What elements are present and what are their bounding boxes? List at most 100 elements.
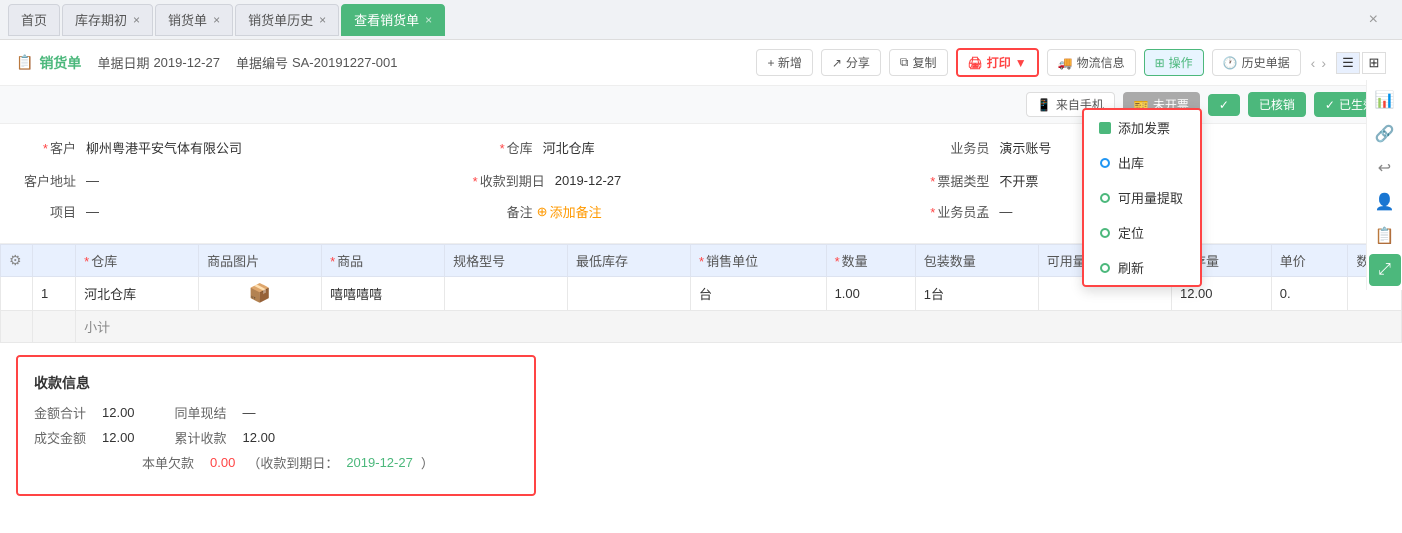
subtotal-settings: [1, 311, 33, 343]
payment-row-2: 成交金额 12.00 累计收款 12.00: [34, 428, 518, 447]
plus-icon: ⊕: [537, 204, 548, 220]
gear-icon[interactable]: ⚙: [9, 252, 22, 268]
doc-title-text: 销货单: [39, 53, 81, 73]
window-close-button[interactable]: ×: [1369, 11, 1378, 29]
sidebar-doc-icon[interactable]: 📋: [1369, 220, 1401, 252]
view-toggle: ☰ ⊞: [1336, 52, 1386, 74]
copy-button[interactable]: ⧉ 复制: [889, 49, 948, 76]
add-note-button[interactable]: ⊕ 添加备注: [537, 202, 602, 221]
dropdown-outbound-label: 出库: [1118, 153, 1144, 172]
payment-row-1: 金额合计 12.00 同单现结 —: [34, 403, 518, 422]
due-date-field: 收款到期日 2019-12-27: [473, 171, 930, 190]
sidebar-expand-icon[interactable]: ⤢: [1369, 254, 1401, 286]
print-button[interactable]: 🖨 打印 ▼: [956, 48, 1039, 77]
dropdown-locate[interactable]: 定位: [1084, 215, 1200, 250]
product-image-icon: 📦: [249, 283, 271, 303]
dropdown-available-qty[interactable]: 可用量提取: [1084, 180, 1200, 215]
new-button[interactable]: + 新增: [756, 49, 812, 76]
effective-icon: ✓: [1325, 98, 1335, 112]
copy-icon: ⧉: [900, 55, 909, 70]
tab-inventory[interactable]: 库存期初 ×: [62, 4, 153, 36]
col-unit: 销售单位: [691, 245, 827, 277]
tab-home[interactable]: 首页: [8, 4, 60, 36]
dropdown-refresh-label: 刷新: [1118, 258, 1144, 277]
next-arrow[interactable]: ›: [1319, 55, 1328, 71]
amount-total-label: 金额合计: [34, 403, 94, 422]
tab-sales-history-label: 销货单历史: [248, 10, 313, 29]
owed-field: 本单欠款 0.00 （收款到期日： 2019-12-27 ）: [142, 453, 434, 472]
row-unit: 台: [691, 277, 827, 311]
row-product-img: 📦: [199, 277, 322, 311]
row-pack-qty: 1台: [915, 277, 1038, 311]
circle-blue-icon: [1100, 158, 1110, 168]
circle-icon: [1100, 193, 1110, 203]
tab-inventory-label: 库存期初: [75, 10, 127, 29]
tab-view-sales-close[interactable]: ×: [425, 13, 432, 27]
share-button[interactable]: ↗ 分享: [821, 49, 881, 76]
subtotal-row: 小计: [1, 311, 1402, 343]
tab-sales[interactable]: 销货单 ×: [155, 4, 233, 36]
col-spec: 规格型号: [445, 245, 568, 277]
note-field: 备注 ⊕ 添加备注: [473, 202, 930, 221]
phone-icon: 📱: [1037, 98, 1052, 112]
warehouse-label: 仓库: [473, 138, 533, 157]
circle-icon2: [1100, 228, 1110, 238]
doc-actions: + 新增 ↗ 分享 ⧉ 复制 🖨 打印 ▼ 🚚 物流信息 ⊞ 操作: [756, 48, 1386, 77]
operate-icon: ⊞: [1155, 56, 1165, 70]
sidebar-user-icon[interactable]: 👤: [1369, 186, 1401, 218]
customer-label: 客户: [16, 138, 76, 157]
staff-label: 业务员: [929, 138, 989, 157]
square-icon: [1099, 122, 1111, 134]
owed-note: （收款到期日：: [247, 453, 338, 472]
tab-view-sales-label: 查看销货单: [354, 10, 419, 29]
grid-view-btn[interactable]: ⊞: [1362, 52, 1386, 74]
tab-view-sales[interactable]: 查看销货单 ×: [341, 4, 445, 36]
dropdown-add-invoice[interactable]: 添加发票: [1084, 110, 1200, 145]
sidebar-link-icon[interactable]: 🔗: [1369, 118, 1401, 150]
list-view-btn[interactable]: ☰: [1336, 52, 1360, 74]
col-qty: 数量: [826, 245, 915, 277]
share-icon: ↗: [832, 56, 842, 70]
amount-total-value: 12.00: [102, 405, 135, 420]
tab-bar: 首页 库存期初 × 销货单 × 销货单历史 × 查看销货单 × ×: [0, 0, 1402, 40]
same-order-settle-label: 同单现结: [175, 403, 235, 422]
row-spec: [445, 277, 568, 311]
refresh-icon: [1098, 261, 1112, 275]
doc-date-field: 单据日期 2019-12-27: [97, 53, 220, 72]
staff-value: 演示账号: [993, 136, 1057, 159]
address-field: 客户地址 —: [16, 171, 473, 190]
owed-label: 本单欠款: [142, 453, 202, 472]
check-button[interactable]: ✓: [1208, 94, 1240, 116]
prev-arrow[interactable]: ‹: [1309, 55, 1318, 71]
subtotal-empty: [33, 311, 76, 343]
customer-value[interactable]: 柳州粤港平安气体有限公司: [80, 136, 248, 159]
col-warehouse: 仓库: [76, 245, 199, 277]
history-button[interactable]: 🕐 历史单据: [1212, 49, 1301, 76]
col-settings[interactable]: ⚙: [1, 245, 33, 277]
logistics-button[interactable]: 🚚 物流信息: [1047, 49, 1136, 76]
dropdown-outbound[interactable]: 出库: [1084, 145, 1200, 180]
ticket-type-value: 不开票: [993, 169, 1044, 192]
deal-amount-field: 成交金额 12.00: [34, 428, 135, 447]
tab-sales-close[interactable]: ×: [213, 13, 220, 27]
address-value: —: [80, 171, 105, 190]
doc-icon: 📋: [16, 54, 33, 71]
tab-sales-history-close[interactable]: ×: [319, 13, 326, 27]
nav-arrows: ‹ ›: [1309, 55, 1328, 71]
doc-date-label: 单据日期: [97, 53, 149, 72]
owed-value: 0.00: [210, 455, 235, 470]
sold-button[interactable]: 已核销: [1248, 92, 1306, 117]
due-date-value[interactable]: 2019-12-27: [549, 171, 628, 190]
project-value: —: [80, 202, 105, 221]
sidebar-return-icon[interactable]: ↩: [1369, 152, 1401, 184]
tab-inventory-close[interactable]: ×: [133, 13, 140, 27]
tab-sales-history[interactable]: 销货单历史 ×: [235, 4, 339, 36]
owed-due-date: 2019-12-27: [346, 455, 413, 470]
dropdown-refresh[interactable]: 刷新: [1084, 250, 1200, 285]
due-date-label: 收款到期日: [473, 171, 545, 190]
payment-title: 收款信息: [34, 373, 518, 393]
operate-button[interactable]: ⊞ 操作: [1144, 49, 1204, 76]
warehouse-value[interactable]: 河北仓库: [537, 136, 601, 159]
sidebar-chart-icon[interactable]: 📊: [1369, 84, 1401, 116]
outbound-icon: [1098, 156, 1112, 170]
